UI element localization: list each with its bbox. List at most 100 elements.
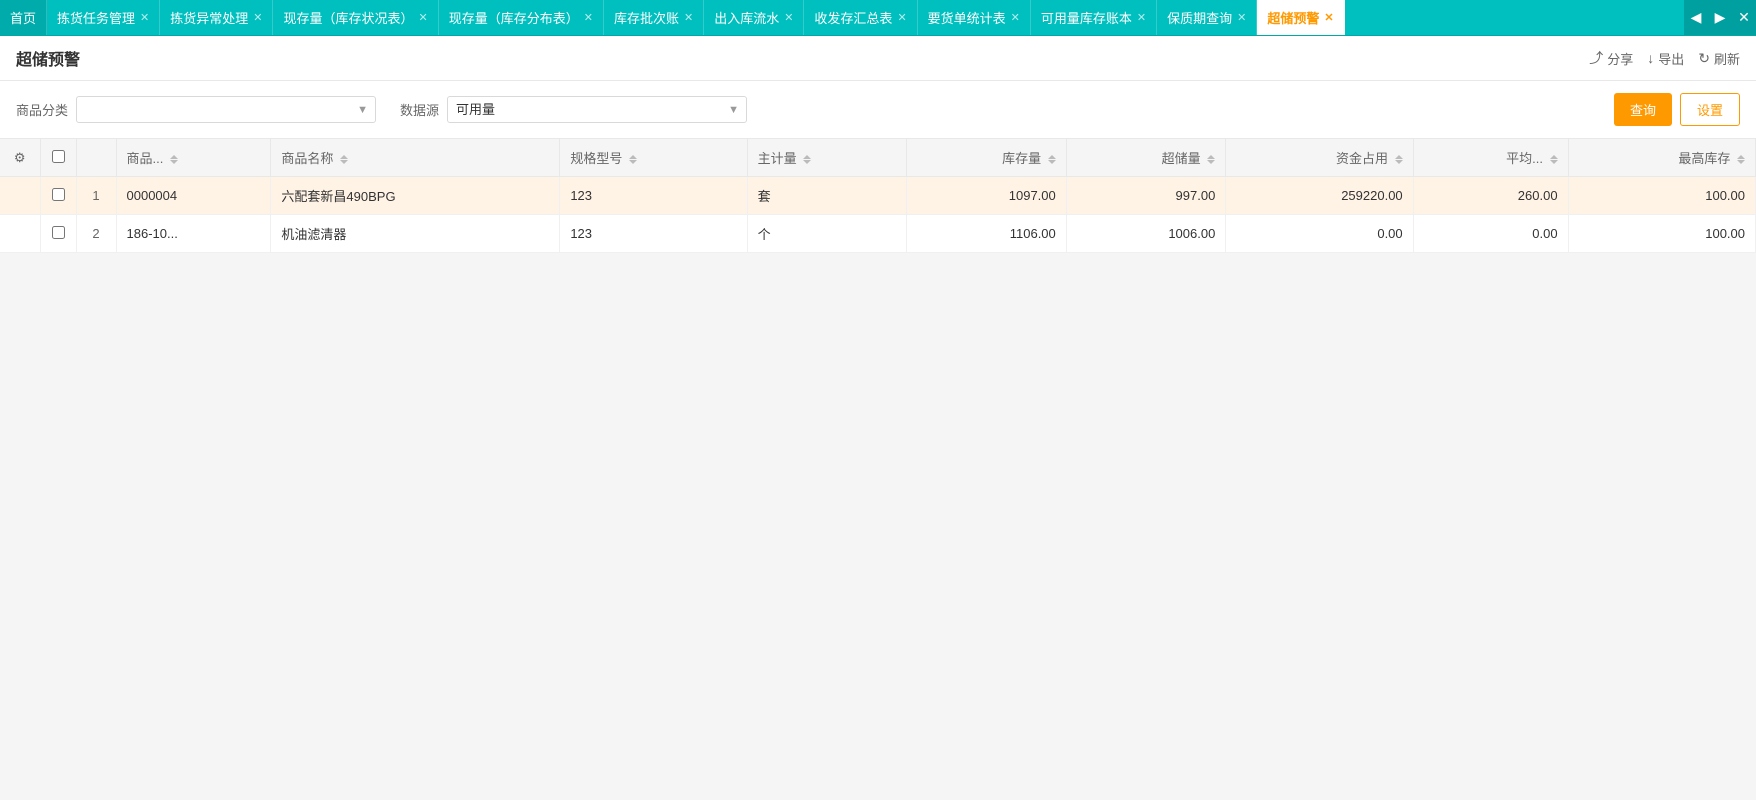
category-select-wrapper: ▼ (76, 96, 376, 123)
close-icon[interactable]: ✕ (419, 11, 428, 24)
nav-close-button[interactable]: ✕ (1732, 0, 1756, 36)
col-row-num (76, 139, 116, 177)
nav-item-exception[interactable]: 拣货异常处理 ✕ (160, 0, 273, 35)
close-icon[interactable]: ✕ (584, 11, 593, 24)
nav-item-home[interactable]: 首页 (0, 0, 47, 35)
nav-label-stock-dist: 现存量（库存分布表） (449, 8, 579, 27)
row-checkbox[interactable] (52, 188, 65, 201)
refresh-label: 刷新 (1714, 49, 1740, 68)
col-stock-label: 库存量 (1002, 151, 1041, 166)
nav-item-summary[interactable]: 收发存汇总表 ✕ (804, 0, 917, 35)
row-gear-cell (0, 177, 40, 215)
filter-datasource: 数据源 可用量 ▼ (400, 96, 747, 123)
col-product-code[interactable]: 商品... (116, 139, 271, 177)
nav-item-batch[interactable]: 库存批次账 ✕ (604, 0, 704, 35)
row-max-stock: 100.00 (1568, 177, 1755, 215)
col-over-stock[interactable]: 超储量 (1066, 139, 1226, 177)
nav-label-order-stat: 要货单统计表 (928, 8, 1006, 27)
col-over-stock-label: 超储量 (1162, 151, 1201, 166)
nav-item-stock-status[interactable]: 现存量（库存状况表） ✕ (273, 0, 438, 35)
close-icon[interactable]: ✕ (253, 11, 262, 24)
row-stock: 1106.00 (907, 215, 1067, 253)
col-settings[interactable]: ⚙ (0, 139, 40, 177)
row-checkbox-cell (40, 177, 76, 215)
col-stock[interactable]: 库存量 (907, 139, 1067, 177)
settings-button[interactable]: 设置 (1680, 93, 1740, 126)
nav-label-avail: 可用量库存账本 (1041, 8, 1132, 27)
page-header: 超储预警 ⤴ 分享 ↓ 导出 ↻ 刷新 (0, 36, 1756, 81)
export-button[interactable]: ↓ 导出 (1647, 49, 1684, 68)
col-max-stock[interactable]: 最高库存 (1568, 139, 1755, 177)
nav-item-inout[interactable]: 出入库流水 ✕ (704, 0, 804, 35)
refresh-icon: ↻ (1698, 50, 1710, 67)
select-all-checkbox[interactable] (52, 150, 65, 163)
nav-arrows: ◀ ▶ ✕ (1684, 0, 1756, 36)
filter-buttons: 查询 设置 (1614, 93, 1740, 126)
sort-icon (803, 155, 811, 164)
share-label: 分享 (1607, 49, 1633, 68)
row-over-stock: 1006.00 (1066, 215, 1226, 253)
row-checkbox[interactable] (52, 226, 65, 239)
nav-label-task: 拣货任务管理 (57, 8, 135, 27)
row-capital: 0.00 (1226, 215, 1413, 253)
col-avg-label: 平均... (1506, 151, 1543, 166)
datasource-label: 数据源 (400, 100, 439, 119)
nav-item-avail[interactable]: 可用量库存账本 ✕ (1031, 0, 1157, 35)
row-checkbox-cell (40, 215, 76, 253)
close-icon[interactable]: ✕ (1137, 11, 1146, 24)
nav-item-order-stat[interactable]: 要货单统计表 ✕ (918, 0, 1031, 35)
category-select[interactable] (76, 96, 376, 123)
col-max-stock-label: 最高库存 (1678, 151, 1730, 166)
row-number: 2 (76, 215, 116, 253)
nav-prev-button[interactable]: ◀ (1684, 0, 1708, 36)
col-product-name-label: 商品名称 (281, 151, 333, 166)
sort-icon (340, 155, 348, 164)
col-checkbox (40, 139, 76, 177)
nav-next-button[interactable]: ▶ (1708, 0, 1732, 36)
close-icon[interactable]: ✕ (784, 11, 793, 24)
export-label: 导出 (1658, 49, 1684, 68)
refresh-button[interactable]: ↻ 刷新 (1698, 49, 1740, 68)
close-icon[interactable]: ✕ (684, 11, 693, 24)
close-icon[interactable]: ✕ (1011, 11, 1020, 24)
row-max-stock: 100.00 (1568, 215, 1755, 253)
nav-item-task[interactable]: 拣货任务管理 ✕ (47, 0, 160, 35)
sort-icon (1395, 155, 1403, 164)
table-body: 1 0000004 六配套新昌490BPG 123 套 1097.00 997.… (0, 177, 1756, 253)
query-button[interactable]: 查询 (1614, 93, 1672, 126)
col-avg[interactable]: 平均... (1413, 139, 1568, 177)
close-icon[interactable]: ✕ (897, 11, 906, 24)
row-stock: 1097.00 (907, 177, 1067, 215)
datasource-select-wrapper: 可用量 ▼ (447, 96, 747, 123)
nav-label-summary: 收发存汇总表 (814, 8, 892, 27)
row-avg: 260.00 (1413, 177, 1568, 215)
table-row: 2 186-10... 机油滤清器 123 个 1106.00 1006.00 … (0, 215, 1756, 253)
datasource-select[interactable]: 可用量 (447, 96, 747, 123)
sort-icon (1207, 155, 1215, 164)
nav-label-home: 首页 (10, 8, 36, 27)
top-nav: 首页 拣货任务管理 ✕ 拣货异常处理 ✕ 现存量（库存状况表） ✕ 现存量（库存… (0, 0, 1756, 36)
col-unit[interactable]: 主计量 (747, 139, 907, 177)
row-gear-cell (0, 215, 40, 253)
row-product-name: 六配套新昌490BPG (271, 177, 560, 215)
col-product-name[interactable]: 商品名称 (271, 139, 560, 177)
nav-item-overstock[interactable]: 超储预警 ✕ (1257, 0, 1344, 35)
nav-item-expiry[interactable]: 保质期查询 ✕ (1157, 0, 1257, 35)
col-spec[interactable]: 规格型号 (560, 139, 747, 177)
sort-icon (1737, 155, 1745, 164)
close-icon[interactable]: ✕ (1237, 11, 1246, 24)
close-icon[interactable]: ✕ (1324, 11, 1333, 24)
col-capital-label: 资金占用 (1336, 151, 1388, 166)
table-container: ⚙ 商品... 商品名称 规格型号 主计量 (0, 139, 1756, 253)
row-capital: 259220.00 (1226, 177, 1413, 215)
row-avg: 0.00 (1413, 215, 1568, 253)
col-product-code-label: 商品... (127, 151, 164, 166)
close-icon[interactable]: ✕ (140, 11, 149, 24)
row-spec: 123 (560, 215, 747, 253)
row-spec: 123 (560, 177, 747, 215)
share-button[interactable]: ⤴ 分享 (1589, 48, 1633, 68)
col-capital[interactable]: 资金占用 (1226, 139, 1413, 177)
row-over-stock: 997.00 (1066, 177, 1226, 215)
nav-item-stock-dist[interactable]: 现存量（库存分布表） ✕ (439, 0, 604, 35)
sort-icon (1048, 155, 1056, 164)
